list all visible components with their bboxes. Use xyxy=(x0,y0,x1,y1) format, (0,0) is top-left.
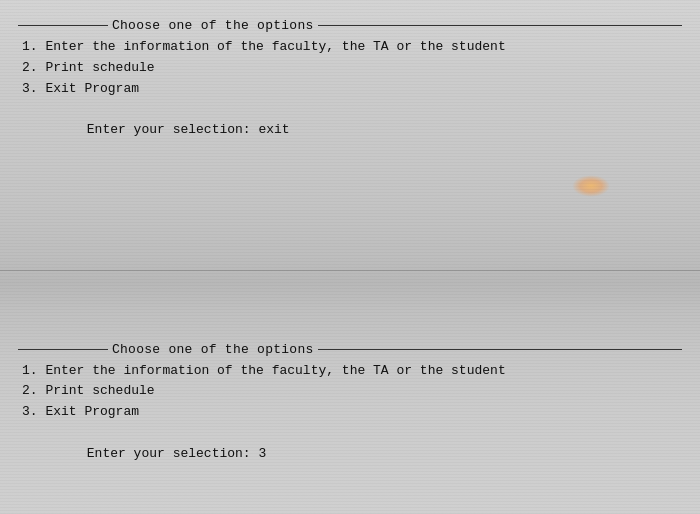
menu-item-2-top: 2. Print schedule xyxy=(22,58,682,79)
line-right-bottom xyxy=(318,349,682,350)
glow-artifact xyxy=(572,175,610,197)
screen: Choose one of the options 1. Enter the i… xyxy=(0,0,700,514)
menu-item-1-bottom: 1. Enter the information of the faculty,… xyxy=(22,361,682,382)
title-top: Choose one of the options xyxy=(112,18,314,33)
line-left-top xyxy=(18,25,108,26)
terminal-block-bottom: Choose one of the options 1. Enter the i… xyxy=(0,334,700,484)
menu-top: 1. Enter the information of the faculty,… xyxy=(18,37,682,99)
menu-item-3-bottom: 3. Exit Program xyxy=(22,402,682,423)
prompt-label-bottom: Enter your selection: xyxy=(87,446,259,461)
divider-bottom: Choose one of the options xyxy=(18,342,682,357)
menu-item-1-top: 1. Enter the information of the faculty,… xyxy=(22,37,682,58)
prompt-bottom: Enter your selection: 3 xyxy=(18,431,682,476)
line-right-top xyxy=(318,25,682,26)
prompt-label-top: Enter your selection: xyxy=(87,122,259,137)
prompt-top: Enter your selection: exit xyxy=(18,107,682,152)
divider-top: Choose one of the options xyxy=(18,18,682,33)
line-left-bottom xyxy=(18,349,108,350)
input-value-top[interactable]: exit xyxy=(258,122,289,137)
menu-item-3-top: 3. Exit Program xyxy=(22,79,682,100)
input-value-bottom[interactable]: 3 xyxy=(258,446,266,461)
mid-divider xyxy=(0,270,700,271)
menu-item-2-bottom: 2. Print schedule xyxy=(22,381,682,402)
title-bottom: Choose one of the options xyxy=(112,342,314,357)
menu-bottom: 1. Enter the information of the faculty,… xyxy=(18,361,682,423)
terminal-block-top: Choose one of the options 1. Enter the i… xyxy=(0,10,700,160)
